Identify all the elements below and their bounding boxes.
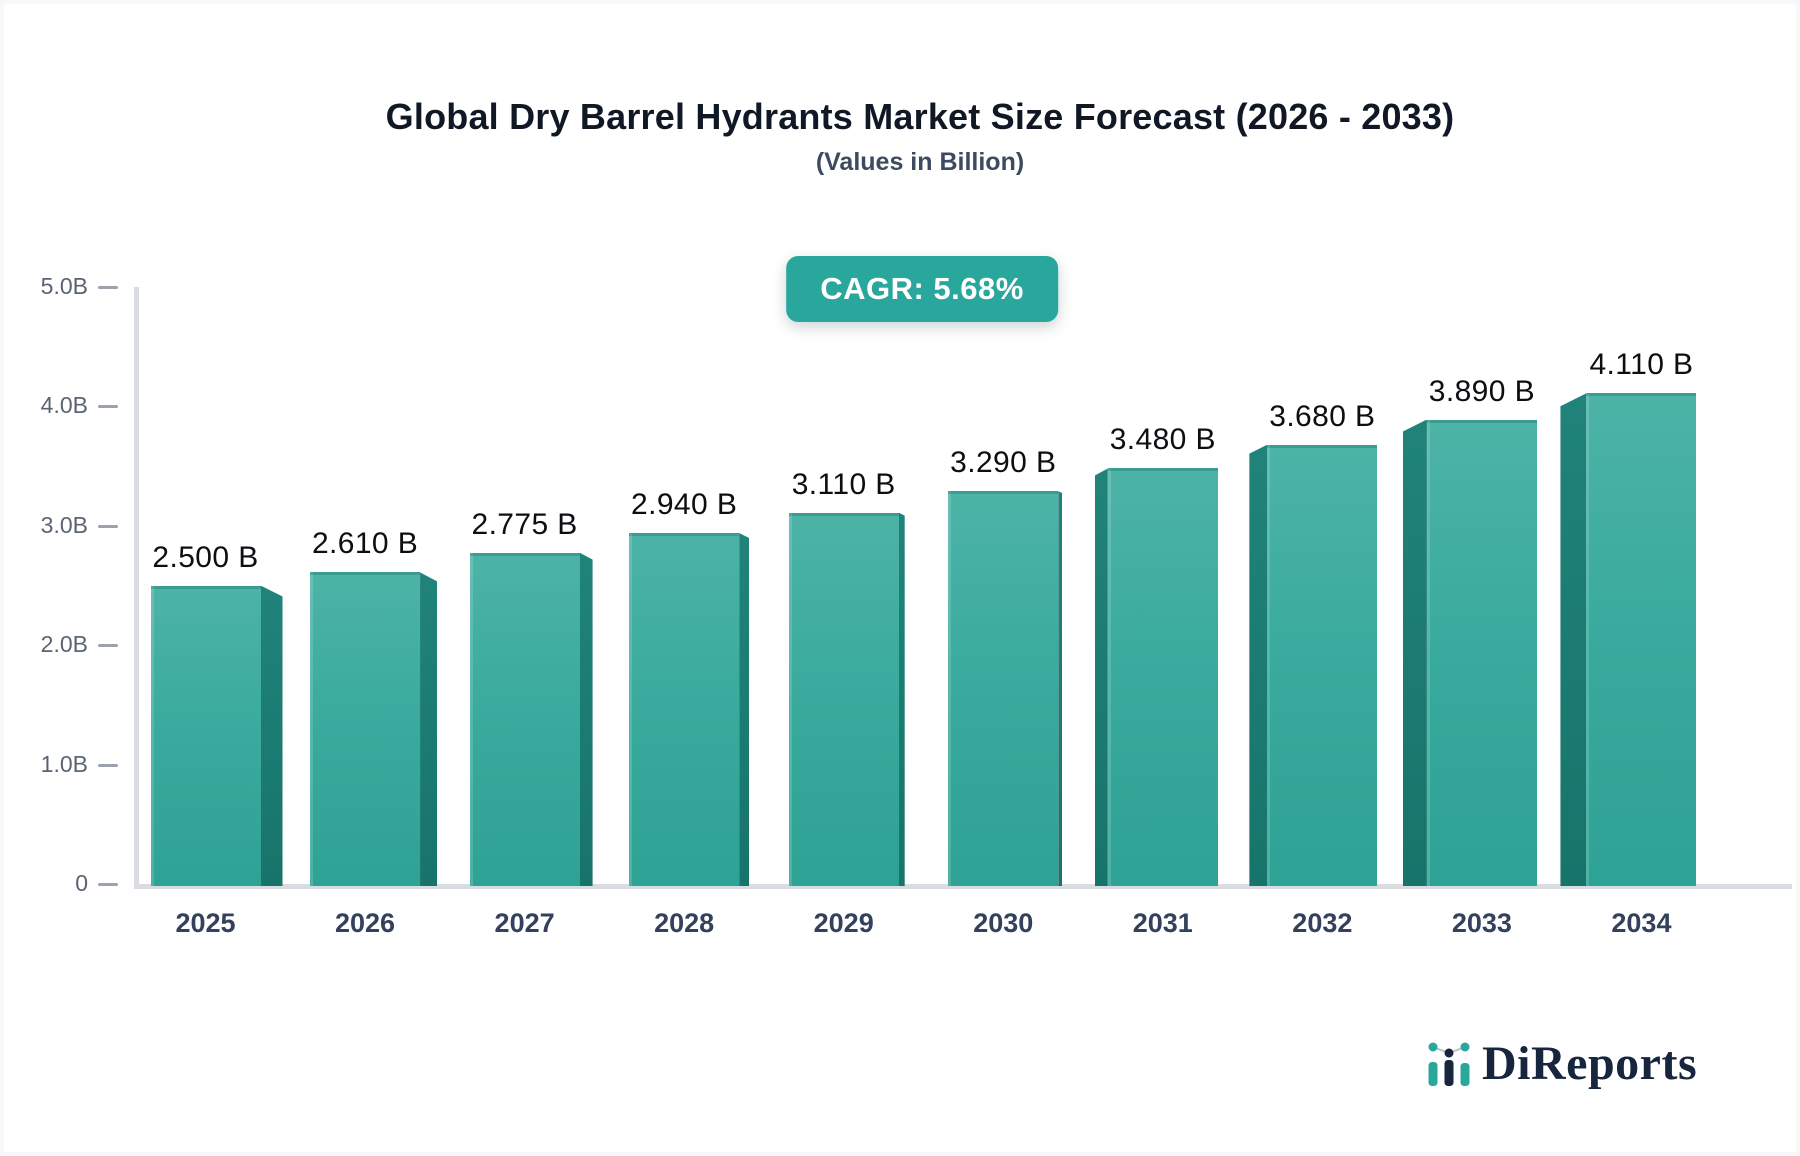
- bar-3d-side-face: [898, 512, 905, 886]
- y-axis-tick-mark: [98, 405, 118, 409]
- chart-page: Global Dry Barrel Hydrants Market Size F…: [0, 0, 1800, 1156]
- x-axis-label-2028: 2028: [654, 908, 715, 938]
- x-axis-label-2026: 2026: [335, 908, 396, 938]
- y-axis-line: [134, 287, 139, 887]
- bar-3d-side-face: [1249, 444, 1268, 886]
- direports-logo: DiReports: [1424, 1036, 1697, 1088]
- bar-2033: [1426, 419, 1537, 886]
- bar-3d-side-face: [739, 532, 750, 886]
- y-axis-tick-mark: [98, 644, 118, 648]
- logo-chart-icon: [1428, 1042, 1470, 1086]
- y-axis-tick-label: 1.0B: [40, 750, 88, 777]
- bar-value-label: 4.110 B: [1589, 348, 1694, 382]
- x-axis-label-2029: 2029: [813, 908, 874, 938]
- y-axis-tick-label: 4.0B: [40, 392, 88, 419]
- bar-3d-side-face: [1402, 419, 1427, 886]
- x-axis-label-2031: 2031: [1132, 908, 1193, 938]
- bar-2028: [629, 532, 740, 886]
- bar-chart-plot-area: 5.0B 4.0B 3.0B 2.0B 1.0B 0 2.500 B 2025 2.610 B2…: [0, 0, 1800, 1156]
- y-axis-tick-label: 5.0B: [40, 273, 88, 299]
- y-axis-tick-label: 3.0B: [40, 511, 88, 538]
- logo-text: DiReports: [1482, 1037, 1698, 1090]
- x-axis-label-2033: 2033: [1451, 908, 1512, 938]
- bar-2025: [150, 585, 261, 886]
- x-axis-label-2034: 2034: [1611, 908, 1672, 938]
- x-axis-label-2025: 2025: [175, 908, 236, 938]
- y-axis-tick-mark: [98, 763, 118, 767]
- bar-2029: [788, 512, 899, 886]
- bar-3d-side-face: [420, 572, 438, 886]
- bar-3d-side-face: [1560, 393, 1587, 886]
- y-axis-tick-label: 0: [75, 870, 88, 896]
- y-axis-tick-mark: [98, 883, 118, 886]
- bar-2032: [1267, 444, 1378, 886]
- bar-2030: [948, 491, 1059, 886]
- x-axis-label-2030: 2030: [973, 908, 1034, 938]
- bar-2031: [1107, 468, 1218, 886]
- bar-3d-side-face: [1058, 491, 1063, 886]
- y-axis-tick-label: 2.0B: [40, 631, 88, 658]
- bar-3d-side-face: [579, 552, 593, 886]
- bar-2034: [1586, 393, 1697, 886]
- y-axis-tick-mark: [98, 286, 118, 289]
- y-axis-tick-mark: [98, 524, 118, 528]
- bar-2027: [469, 552, 580, 886]
- bar-2026: [310, 572, 421, 886]
- x-axis-label-2032: 2032: [1292, 908, 1353, 938]
- x-axis-label-2027: 2027: [494, 908, 555, 938]
- bar-3d-side-face: [1094, 468, 1108, 886]
- bar-3d-side-face: [260, 585, 283, 886]
